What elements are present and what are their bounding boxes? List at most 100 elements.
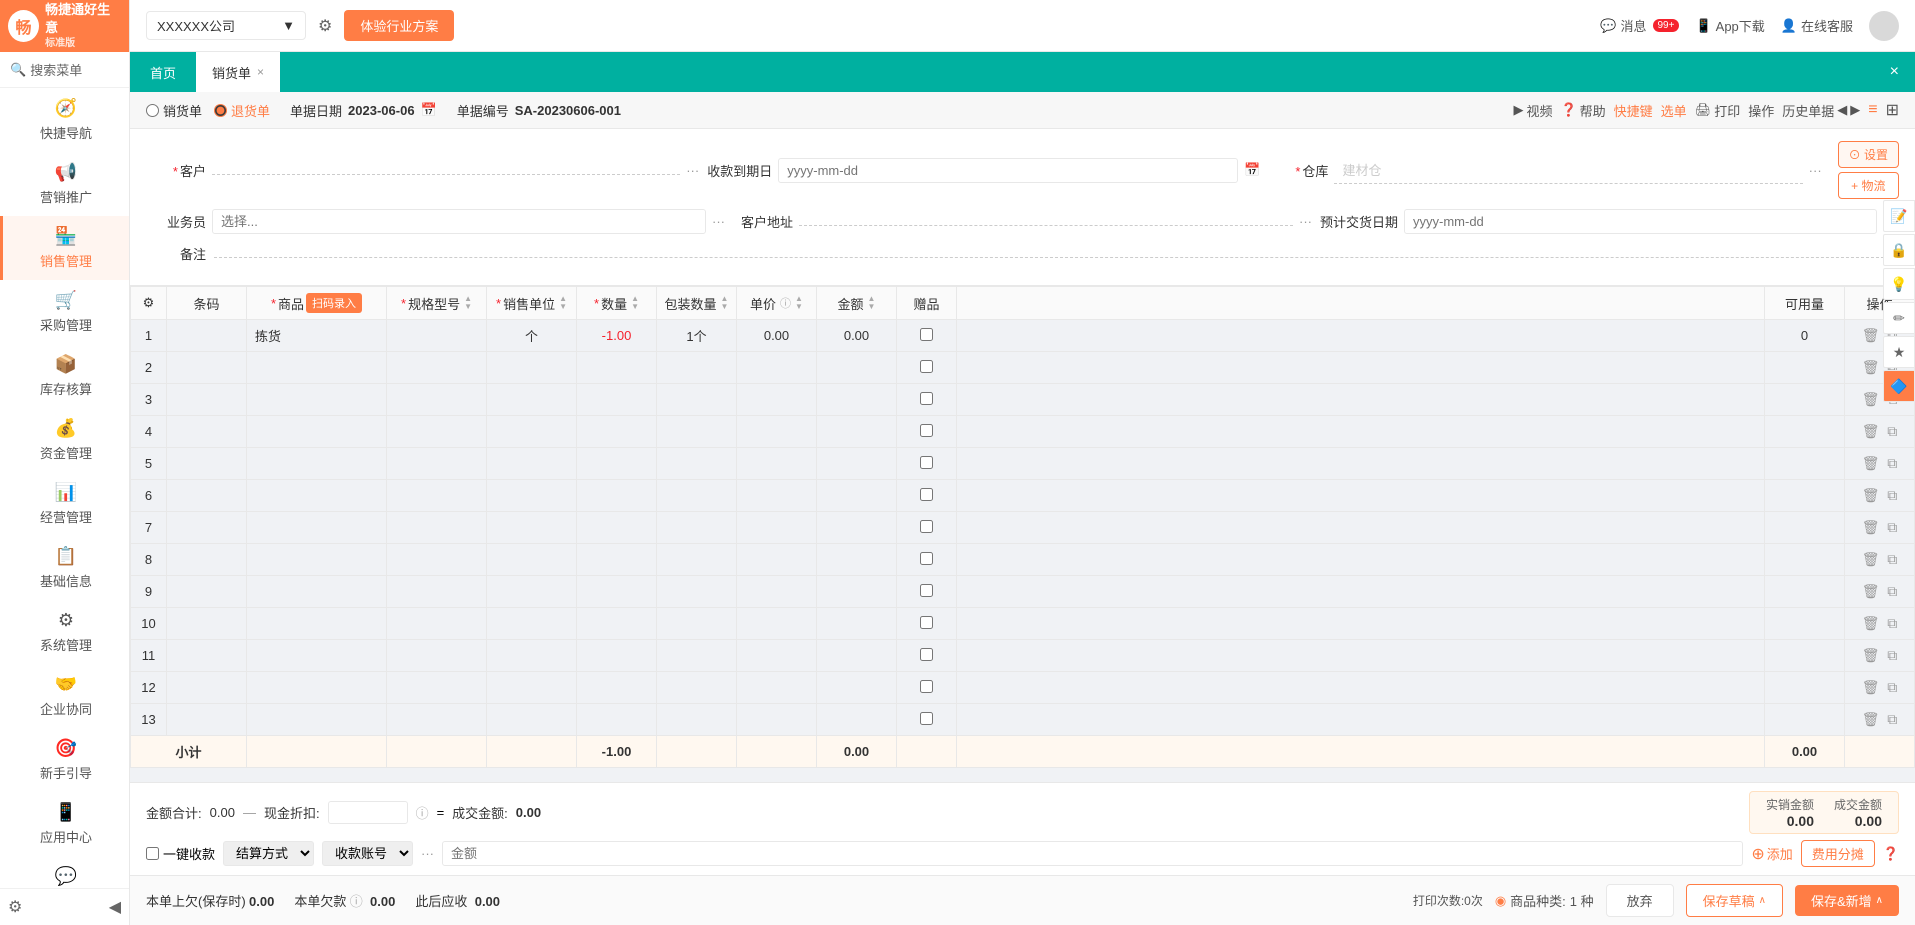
delete-row-icon[interactable]: 🗑 <box>1862 615 1880 631</box>
operate-btn[interactable]: 操作 <box>1748 101 1774 120</box>
cell-gift[interactable] <box>897 672 957 704</box>
cell-gift[interactable] <box>897 608 957 640</box>
cell-amount[interactable] <box>817 384 897 416</box>
address-ellipsis[interactable]: ··· <box>1299 214 1312 229</box>
cell-unit[interactable] <box>487 672 577 704</box>
company-selector[interactable]: XXXXXX公司 ▼ <box>146 11 306 40</box>
cell-unit[interactable] <box>487 640 577 672</box>
gear-button[interactable]: ⚙ <box>318 16 332 36</box>
cell-amount[interactable] <box>817 672 897 704</box>
discount-info-icon[interactable]: ⓘ <box>416 803 429 822</box>
delete-row-icon[interactable]: 🗑 <box>1862 583 1880 599</box>
cell-pack[interactable]: 1个 <box>657 320 737 352</box>
cell-pack[interactable] <box>657 672 737 704</box>
cell-product[interactable] <box>247 416 387 448</box>
close-all-tabs[interactable]: × <box>1874 63 1915 81</box>
cell-price[interactable] <box>737 704 817 736</box>
due-date-calendar-icon[interactable]: 📅 <box>1244 162 1260 178</box>
cell-spec[interactable] <box>387 352 487 384</box>
sidebar-item-system[interactable]: ⚙ 系统管理 <box>0 600 129 664</box>
salesperson-input[interactable] <box>212 209 706 234</box>
cell-spec[interactable] <box>387 480 487 512</box>
cell-gift[interactable] <box>897 320 957 352</box>
online-service-button[interactable]: 👤 在线客服 <box>1781 16 1853 35</box>
delete-row-icon[interactable]: 🗑 <box>1862 455 1880 471</box>
sidebar-item-sales[interactable]: 🏪 销售管理 <box>0 216 129 280</box>
save-new-button[interactable]: 保存&新增 ∧ <box>1795 885 1899 916</box>
cell-amount[interactable] <box>817 480 897 512</box>
cell-price[interactable] <box>737 544 817 576</box>
cell-spec[interactable] <box>387 416 487 448</box>
cell-gift[interactable] <box>897 448 957 480</box>
cell-spec[interactable] <box>387 448 487 480</box>
salesperson-ellipsis[interactable]: ··· <box>712 214 725 229</box>
delete-row-icon[interactable]: 🗑 <box>1862 487 1880 503</box>
cell-product[interactable] <box>247 448 387 480</box>
delete-row-icon[interactable]: 🗑 <box>1862 423 1880 439</box>
tab-home[interactable]: 首页 <box>130 52 196 92</box>
sidebar-item-app-center[interactable]: 📱 应用中心 <box>0 792 129 856</box>
cell-qty[interactable] <box>577 416 657 448</box>
search-menu[interactable]: 🔍 搜索菜单 <box>0 52 129 88</box>
sidebar-item-finance[interactable]: 💰 资金管理 <box>0 408 129 472</box>
layout-list-btn[interactable]: ≡ <box>1868 101 1877 119</box>
cell-unit[interactable] <box>487 576 577 608</box>
cell-product[interactable] <box>247 704 387 736</box>
copy-row-icon[interactable]: ⧉ <box>1887 711 1897 727</box>
expected-date-input[interactable] <box>1404 209 1877 234</box>
cell-barcode[interactable] <box>167 704 247 736</box>
cell-spec[interactable] <box>387 544 487 576</box>
cell-pack[interactable] <box>657 448 737 480</box>
cell-unit[interactable] <box>487 512 577 544</box>
cell-barcode[interactable] <box>167 480 247 512</box>
sidebar-item-purchase[interactable]: 🛒 采购管理 <box>0 280 129 344</box>
message-button[interactable]: 💬 消息 99+ <box>1600 16 1679 35</box>
cell-gift[interactable] <box>897 704 957 736</box>
right-panel-lock[interactable]: 🔒 <box>1883 234 1915 266</box>
cell-spec[interactable] <box>387 640 487 672</box>
tab-sales-order[interactable]: 销货单 × <box>196 52 280 92</box>
cell-pack[interactable] <box>657 512 737 544</box>
cell-spec[interactable] <box>387 512 487 544</box>
cell-qty[interactable] <box>577 352 657 384</box>
cell-barcode[interactable] <box>167 448 247 480</box>
delete-row-icon[interactable]: 🗑 <box>1862 519 1880 535</box>
cell-qty[interactable] <box>577 512 657 544</box>
copy-row-icon[interactable]: ⧉ <box>1887 583 1897 599</box>
delete-row-icon[interactable]: 🗑 <box>1862 327 1880 343</box>
cell-pack[interactable] <box>657 576 737 608</box>
cell-price[interactable] <box>737 480 817 512</box>
cell-pack[interactable] <box>657 640 737 672</box>
cell-barcode[interactable] <box>167 576 247 608</box>
cell-barcode[interactable] <box>167 512 247 544</box>
save-draft-button[interactable]: 保存草稿 ∧ <box>1686 884 1783 917</box>
discard-button[interactable]: 放弃 <box>1606 884 1674 917</box>
cell-spec[interactable] <box>387 672 487 704</box>
avatar[interactable] <box>1869 11 1899 41</box>
cell-gift[interactable] <box>897 512 957 544</box>
trial-button[interactable]: 体验行业方案 <box>344 10 454 41</box>
video-btn[interactable]: ▶ 视频 <box>1513 101 1552 120</box>
warehouse-ellipsis[interactable]: ··· <box>1809 163 1822 178</box>
cell-price[interactable] <box>737 384 817 416</box>
copy-row-icon[interactable]: ⧉ <box>1887 487 1897 503</box>
shortcut-btn[interactable]: 快捷键 <box>1614 101 1653 120</box>
cell-barcode[interactable] <box>167 416 247 448</box>
cell-product[interactable] <box>247 544 387 576</box>
cell-gift[interactable] <box>897 416 957 448</box>
cell-qty[interactable] <box>577 640 657 672</box>
cell-unit[interactable] <box>487 704 577 736</box>
cell-amount[interactable] <box>817 576 897 608</box>
cell-barcode[interactable] <box>167 384 247 416</box>
debt-info-icon[interactable]: ⓘ <box>350 894 363 909</box>
cell-unit[interactable]: 个 <box>487 320 577 352</box>
th-gear[interactable]: ⚙ <box>131 287 167 320</box>
cell-amount[interactable] <box>817 704 897 736</box>
cell-product[interactable] <box>247 608 387 640</box>
cell-product[interactable]: 拣货 <box>247 320 387 352</box>
cell-product[interactable] <box>247 512 387 544</box>
cell-qty[interactable] <box>577 576 657 608</box>
copy-row-icon[interactable]: ⧉ <box>1887 455 1897 471</box>
cell-price[interactable] <box>737 512 817 544</box>
due-date-input[interactable] <box>778 158 1238 183</box>
